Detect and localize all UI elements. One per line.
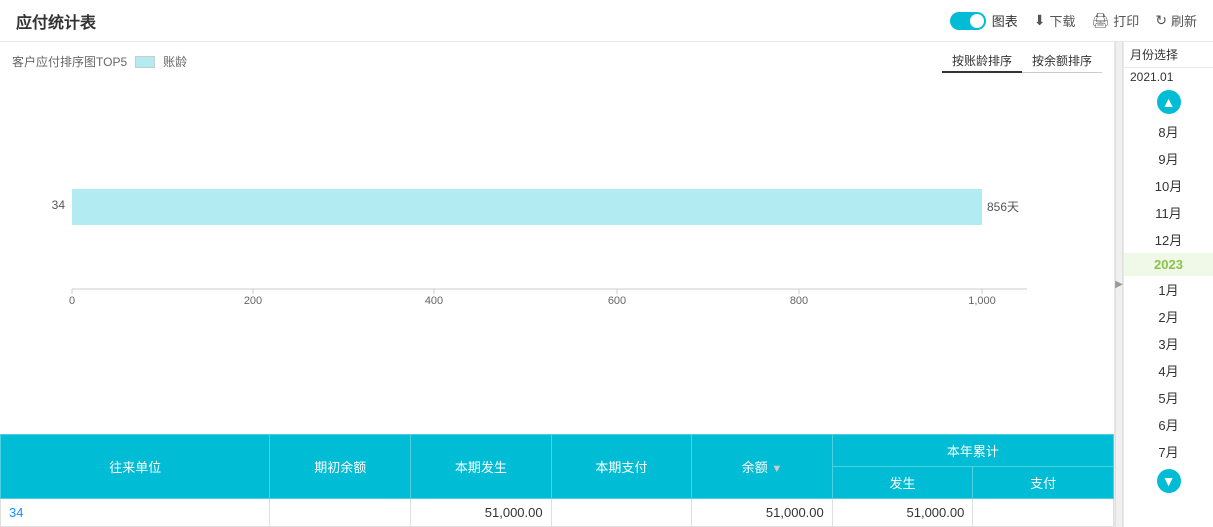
- x-tick-0: 0: [69, 295, 75, 307]
- print-icon: 🖨: [1091, 12, 1109, 29]
- refresh-button[interactable]: ↻ 刷新: [1155, 11, 1197, 30]
- print-label: 打印: [1113, 11, 1139, 30]
- sort-by-age-button[interactable]: 按账龄排序: [942, 50, 1022, 73]
- up-arrow-icon: ▲: [1157, 90, 1181, 114]
- sidebar-up-button[interactable]: ▲: [1124, 86, 1213, 118]
- cell-annual-occur: 51,000.00: [832, 499, 973, 527]
- down-arrow-icon: ▼: [1157, 469, 1181, 493]
- header-actions: 图表 ⬇ 下载 🖨 打印 ↻ 刷新: [950, 11, 1197, 30]
- chart-toggle-wrap[interactable]: 图表: [950, 11, 1018, 30]
- print-button[interactable]: 🖨 打印: [1091, 11, 1139, 30]
- sidebar-down-button[interactable]: ▼: [1124, 465, 1213, 497]
- month-item-4[interactable]: 4月: [1124, 357, 1213, 384]
- col-header-current-pay: 本期支付: [551, 435, 692, 499]
- chart-toggle[interactable]: [950, 12, 986, 30]
- unit-link[interactable]: 34: [9, 505, 23, 520]
- month-item-12[interactable]: 12月: [1124, 226, 1213, 253]
- main-content: 客户应付排序图TOP5 账龄 按账龄排序 按余额排序 34: [0, 42, 1213, 527]
- chart-title: 客户应付排序图TOP5: [12, 53, 127, 70]
- x-tick-1000: 1,000: [968, 295, 996, 307]
- sidebar-divider[interactable]: ▶: [1115, 42, 1123, 527]
- chart-canvas: 34 856天 0 200 400 600 800: [0, 81, 1114, 434]
- chart-bar: [72, 189, 982, 225]
- chart-legend: 客户应付排序图TOP5 账龄: [12, 53, 187, 70]
- divider-icon: ▶: [1115, 279, 1123, 290]
- table-wrap: 往来单位 期初余额 本期发生 本期支付 余额 ▼ 本年累计: [0, 434, 1114, 527]
- data-table-area: 往来单位 期初余额 本期发生 本期支付 余额 ▼ 本年累计: [0, 434, 1114, 527]
- x-tick-200: 200: [244, 295, 262, 307]
- refresh-icon: ↻: [1155, 12, 1167, 29]
- col-header-opening: 期初余额: [270, 435, 411, 499]
- page-header: 应付统计表 图表 ⬇ 下载 🖨 打印 ↻ 刷新: [0, 0, 1213, 42]
- table-row: 34 51,000.00 51,000.00 51,000.00: [1, 499, 1114, 527]
- sidebar-current-value: 2021.01: [1124, 68, 1213, 86]
- sidebar-scroll-area: ▲ 8月 9月 10月 11月 12月 2023 1月 2月 3月 4月 5月 …: [1124, 86, 1213, 527]
- chart-sort-buttons: 按账龄排序 按余额排序: [942, 50, 1102, 73]
- month-item-3[interactable]: 3月: [1124, 330, 1213, 357]
- y-axis-label: 34: [52, 198, 66, 212]
- refresh-label: 刷新: [1171, 11, 1197, 30]
- col-header-balance: 余额 ▼: [692, 435, 833, 499]
- download-button[interactable]: ⬇ 下载: [1034, 11, 1076, 30]
- sidebar-header: 月份选择: [1124, 42, 1213, 68]
- month-item-10[interactable]: 10月: [1124, 172, 1213, 199]
- month-item-9[interactable]: 9月: [1124, 145, 1213, 172]
- month-item-8[interactable]: 8月: [1124, 118, 1213, 145]
- legend-label: 账龄: [163, 53, 187, 70]
- table-body: 34 51,000.00 51,000.00 51,000.00: [1, 499, 1114, 527]
- x-tick-400: 400: [425, 295, 443, 307]
- sidebar-label: 月份选择: [1130, 46, 1178, 63]
- col-header-unit: 往来单位: [1, 435, 270, 499]
- data-table: 往来单位 期初余额 本期发生 本期支付 余额 ▼ 本年累计: [0, 434, 1114, 527]
- cell-opening: [270, 499, 411, 527]
- legend-box: [135, 56, 155, 68]
- month-item-6[interactable]: 6月: [1124, 411, 1213, 438]
- balance-icon: ▼: [771, 463, 782, 475]
- bar-value-label: 856天: [987, 200, 1019, 214]
- col-header-current-occur: 本期发生: [411, 435, 552, 499]
- chart-header: 客户应付排序图TOP5 账龄 按账龄排序 按余额排序: [0, 42, 1114, 81]
- cell-current-pay: [551, 499, 692, 527]
- year-tag-2023: 2023: [1124, 253, 1213, 276]
- chart-area: 客户应付排序图TOP5 账龄 按账龄排序 按余额排序 34: [0, 42, 1115, 527]
- month-item-11[interactable]: 11月: [1124, 199, 1213, 226]
- cell-balance: 51,000.00: [692, 499, 833, 527]
- month-item-1[interactable]: 1月: [1124, 276, 1213, 303]
- x-tick-600: 600: [608, 295, 626, 307]
- cell-annual-pay: [973, 499, 1114, 527]
- x-tick-800: 800: [790, 295, 808, 307]
- month-item-2[interactable]: 2月: [1124, 303, 1213, 330]
- page-title: 应付统计表: [16, 9, 96, 33]
- cell-current-occur: 51,000.00: [411, 499, 552, 527]
- col-header-annual-pay: 支付: [973, 467, 1114, 499]
- bar-chart: 34 856天 0 200 400 600 800: [16, 89, 1098, 329]
- download-label: 下载: [1049, 11, 1075, 30]
- toggle-label: 图表: [992, 11, 1018, 30]
- month-item-5[interactable]: 5月: [1124, 384, 1213, 411]
- table-header-row1: 往来单位 期初余额 本期发生 本期支付 余额 ▼ 本年累计: [1, 435, 1114, 467]
- sort-by-balance-button[interactable]: 按余额排序: [1022, 50, 1102, 73]
- month-item-7[interactable]: 7月: [1124, 438, 1213, 465]
- col-header-annual-occur: 发生: [832, 467, 973, 499]
- col-header-annual: 本年累计: [832, 435, 1113, 467]
- cell-unit: 34: [1, 499, 270, 527]
- month-sidebar: 月份选择 2021.01 ▲ 8月 9月 10月 11月 12月 2023 1月…: [1123, 42, 1213, 527]
- download-icon: ⬇: [1034, 12, 1046, 29]
